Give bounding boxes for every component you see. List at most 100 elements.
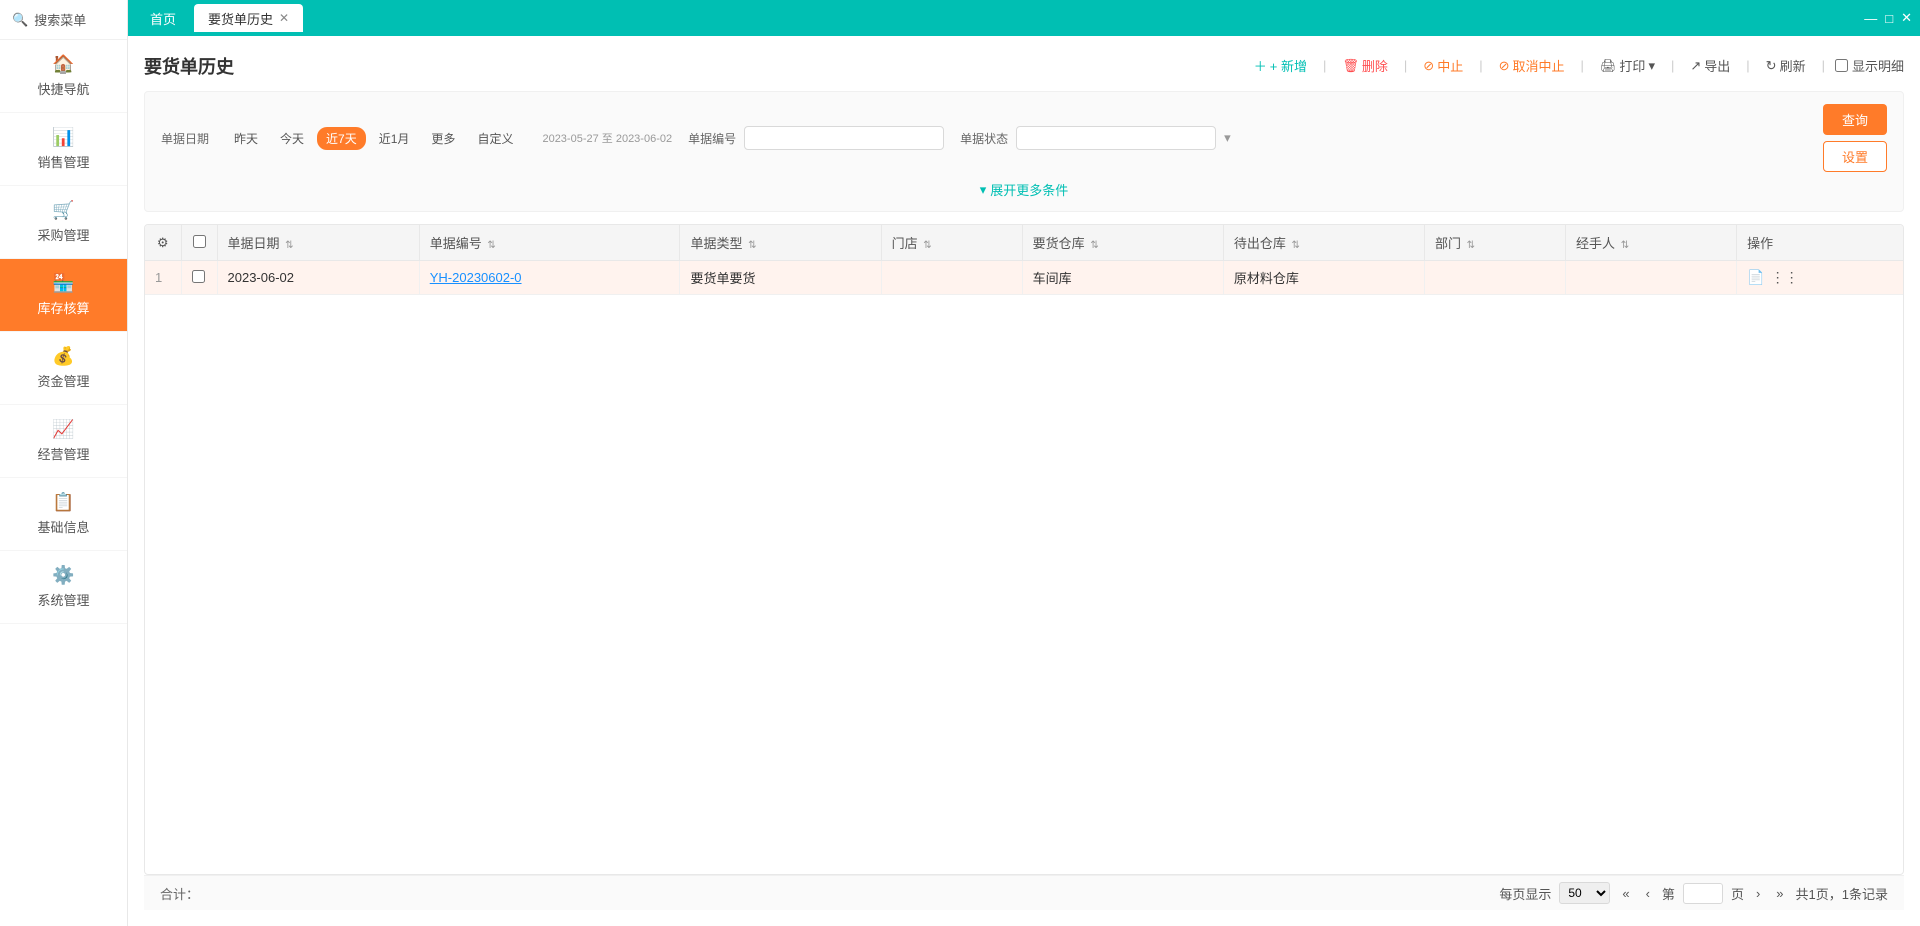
page-unit: 页 bbox=[1731, 884, 1744, 903]
refresh-icon: ↻ bbox=[1766, 58, 1777, 74]
cell-doc-num[interactable]: YH-20230602-0 bbox=[419, 261, 680, 295]
stop-button[interactable]: ⊘ 中止 bbox=[1417, 52, 1469, 79]
date-btn-more[interactable]: 更多 bbox=[422, 127, 464, 150]
doc-num-link[interactable]: YH-20230602-0 bbox=[430, 270, 522, 285]
last-page-button[interactable]: » bbox=[1772, 884, 1787, 903]
new-button[interactable]: ＋ + 新增 bbox=[1248, 52, 1313, 79]
settings-button[interactable]: 设置 bbox=[1823, 141, 1887, 172]
minimize-button[interactable]: — bbox=[1864, 11, 1877, 26]
date-range-display: 2023-05-27 至 2023-06-02 bbox=[542, 130, 672, 146]
show-detail-checkbox-wrap[interactable]: 显示明细 bbox=[1835, 56, 1904, 75]
delete-button[interactable]: 🗑 删除 bbox=[1336, 52, 1394, 79]
col-pending-warehouse[interactable]: 待出仓库 ⇅ bbox=[1223, 225, 1424, 261]
tab-close-icon[interactable]: ✕ bbox=[279, 11, 289, 25]
col-gear[interactable]: ⚙ bbox=[145, 225, 181, 261]
col-req-warehouse[interactable]: 要货仓库 ⇅ bbox=[1022, 225, 1223, 261]
sidebar-item-purchase[interactable]: 🛒 采购管理 bbox=[0, 186, 127, 259]
col-doc-type[interactable]: 单据类型 ⇅ bbox=[680, 225, 881, 261]
export-button[interactable]: ↗ 导出 bbox=[1684, 52, 1736, 79]
data-table-wrap: ⚙ 单据日期 ⇅ 单据编号 ⇅ 单据类型 bbox=[144, 224, 1904, 875]
sort-icon-pending-warehouse: ⇅ bbox=[1291, 240, 1299, 251]
col-store[interactable]: 门店 ⇅ bbox=[881, 225, 1022, 261]
date-filter-buttons: 昨天 今天 近7天 近1月 更多 自定义 bbox=[225, 127, 522, 150]
status-select[interactable] bbox=[1016, 126, 1216, 150]
sidebar-item-finance[interactable]: 💰 资金管理 bbox=[0, 332, 127, 405]
date-btn-7days[interactable]: 近7天 bbox=[317, 127, 366, 150]
select-all-checkbox[interactable] bbox=[193, 235, 206, 248]
sidebar-item-inventory[interactable]: 🏪 库存核算 bbox=[0, 259, 127, 332]
col-handler[interactable]: 经手人 ⇅ bbox=[1566, 225, 1737, 261]
cell-handler bbox=[1566, 261, 1737, 295]
prev-page-button[interactable]: ‹ bbox=[1642, 884, 1654, 903]
store-icon: 🏪 bbox=[52, 273, 74, 294]
status-dropdown-icon[interactable]: ▾ bbox=[1224, 130, 1231, 146]
system-icon: ⚙️ bbox=[52, 565, 74, 586]
cell-num: 1 bbox=[145, 261, 181, 295]
cell-action: 📄 ⋮⋮ bbox=[1737, 261, 1903, 295]
stop-icon: ⊘ bbox=[1423, 58, 1434, 74]
sidebar-item-quick-nav[interactable]: 🏠 快捷导航 bbox=[0, 40, 127, 113]
money-icon: 💰 bbox=[52, 346, 74, 367]
date-btn-1month[interactable]: 近1月 bbox=[370, 127, 419, 150]
per-page-label: 每页显示 bbox=[1499, 884, 1551, 903]
total-label: 合计： bbox=[160, 884, 199, 903]
sidebar-item-system[interactable]: ⚙️ 系统管理 bbox=[0, 551, 127, 624]
main-area: 首页 要货单历史 ✕ — □ ✕ 要货单历史 ＋ + 新增 | 🗑 bbox=[128, 0, 1920, 926]
table-header-row: ⚙ 单据日期 ⇅ 单据编号 ⇅ 单据类型 bbox=[145, 225, 1903, 261]
sort-icon-department: ⇅ bbox=[1467, 240, 1475, 251]
basic-icon: 📋 bbox=[52, 492, 74, 513]
cancel-stop-button[interactable]: ⊘ 取消中止 bbox=[1493, 52, 1571, 79]
new-icon: ＋ bbox=[1254, 56, 1267, 75]
status-label: 单据状态 bbox=[960, 130, 1008, 147]
filter-actions: 查询 设置 bbox=[1823, 104, 1887, 172]
status-filter: 单据状态 ▾ bbox=[960, 126, 1807, 150]
page-header: 要货单历史 ＋ + 新增 | 🗑 删除 | ⊘ 中止 | ⊘ bbox=[144, 52, 1904, 79]
sidebar-search[interactable]: 🔍 搜索菜单 bbox=[0, 0, 127, 40]
page-label: 第 bbox=[1662, 884, 1675, 903]
date-filter-label: 单据日期 bbox=[161, 130, 209, 147]
sidebar-item-basic[interactable]: 📋 基础信息 bbox=[0, 478, 127, 551]
col-doc-date[interactable]: 单据日期 ⇅ bbox=[217, 225, 419, 261]
show-detail-checkbox[interactable] bbox=[1835, 59, 1848, 72]
close-button[interactable]: ✕ bbox=[1901, 10, 1912, 26]
maximize-button[interactable]: □ bbox=[1885, 11, 1893, 26]
filter-area: 单据日期 昨天 今天 近7天 近1月 更多 自定义 2023-05-27 至 2… bbox=[144, 91, 1904, 212]
footer-bar: 合计： 每页显示 10 20 50 100 « ‹ 第 1 页 › » 共1页，… bbox=[144, 875, 1904, 910]
row-checkbox[interactable] bbox=[192, 270, 205, 283]
first-page-button[interactable]: « bbox=[1618, 884, 1633, 903]
doc-number-filter: 单据编号 bbox=[688, 126, 944, 150]
export-icon: ↗ bbox=[1690, 58, 1701, 74]
page-number-input[interactable]: 1 bbox=[1683, 883, 1723, 904]
sidebar-item-operation-label: 经营管理 bbox=[37, 444, 89, 463]
date-btn-yesterday[interactable]: 昨天 bbox=[225, 127, 267, 150]
sidebar-item-basic-label: 基础信息 bbox=[37, 517, 89, 536]
delete-icon: 🗑 bbox=[1342, 58, 1359, 74]
sidebar-item-finance-label: 资金管理 bbox=[37, 371, 89, 390]
next-page-button[interactable]: › bbox=[1752, 884, 1764, 903]
col-action: 操作 bbox=[1737, 225, 1903, 261]
cell-doc-date: 2023-06-02 bbox=[217, 261, 419, 295]
refresh-button[interactable]: ↻ 刷新 bbox=[1760, 52, 1812, 79]
expand-more-label: 展开更多条件 bbox=[990, 180, 1068, 199]
row-more-icon[interactable]: ⋮⋮ bbox=[1771, 269, 1799, 286]
sidebar-search-label: 搜索菜单 bbox=[34, 10, 86, 29]
query-button[interactable]: 查询 bbox=[1823, 104, 1887, 135]
per-page-select[interactable]: 10 20 50 100 bbox=[1559, 882, 1610, 904]
date-btn-custom[interactable]: 自定义 bbox=[468, 127, 522, 150]
sidebar-item-sales[interactable]: 📊 销售管理 bbox=[0, 113, 127, 186]
sort-icon-req-warehouse: ⇅ bbox=[1090, 240, 1098, 251]
expand-more[interactable]: ▾ 展开更多条件 bbox=[161, 180, 1887, 199]
tab-requisition-history[interactable]: 要货单历史 ✕ bbox=[194, 4, 303, 32]
sort-icon-doc-type: ⇅ bbox=[748, 240, 756, 251]
col-department[interactable]: 部门 ⇅ bbox=[1424, 225, 1565, 261]
sidebar-item-system-label: 系统管理 bbox=[37, 590, 89, 609]
date-btn-today[interactable]: 今天 bbox=[271, 127, 313, 150]
sidebar-item-operation[interactable]: 📈 经营管理 bbox=[0, 405, 127, 478]
col-doc-num[interactable]: 单据编号 ⇅ bbox=[419, 225, 680, 261]
tab-home[interactable]: 首页 bbox=[136, 4, 190, 32]
toolbar: ＋ + 新增 | 🗑 删除 | ⊘ 中止 | ⊘ 取消中止 | bbox=[1248, 52, 1904, 79]
expand-more-icon: ▾ bbox=[980, 182, 987, 198]
print-button[interactable]: 🖨 打印 ▾ bbox=[1594, 52, 1661, 79]
row-edit-icon[interactable]: 📄 bbox=[1747, 269, 1764, 286]
doc-number-input[interactable] bbox=[744, 126, 944, 150]
